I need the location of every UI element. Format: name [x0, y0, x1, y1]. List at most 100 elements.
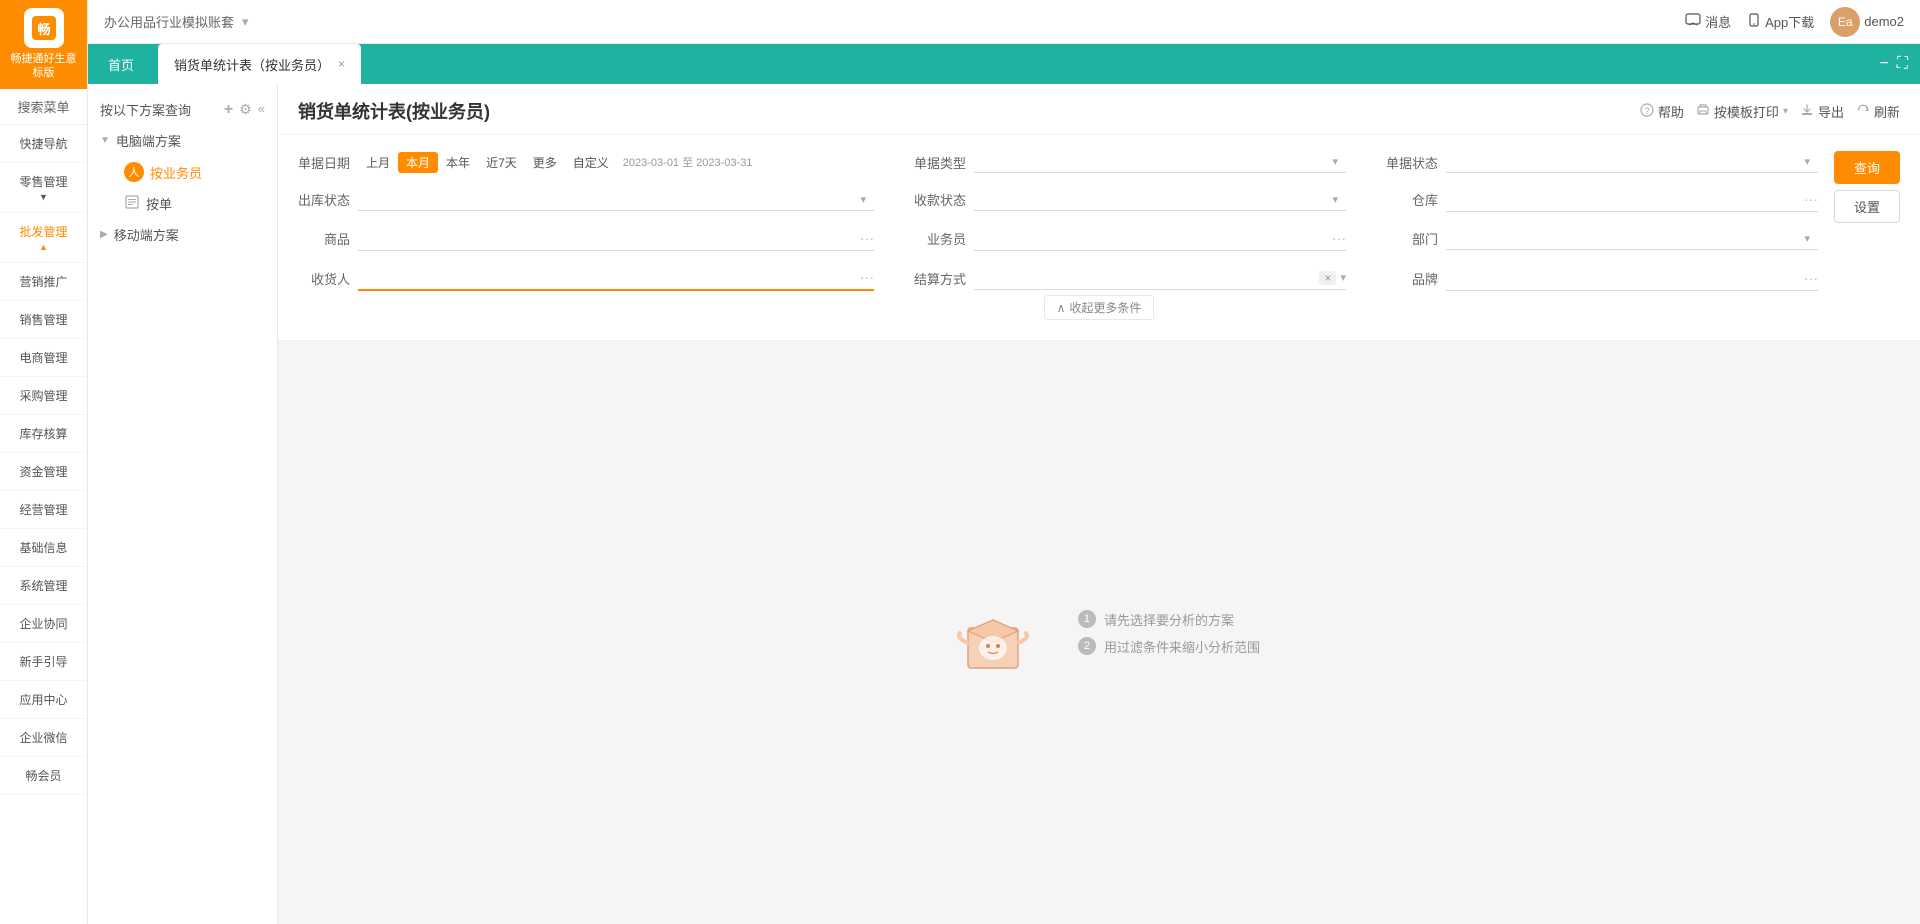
tab-home[interactable]: 首页 — [88, 44, 154, 84]
date-more-btn[interactable]: 更多 — [525, 152, 565, 173]
sidebar-item-ecommerce[interactable]: 电商管理 — [0, 339, 87, 377]
sidebar-item-wholesale[interactable]: 批发管理 ▲ — [0, 213, 87, 263]
sidebar-item-purchase[interactable]: 采购管理 — [0, 377, 87, 415]
date-last-month-btn[interactable]: 上月 — [358, 152, 398, 173]
settlement-clear-tag[interactable]: × — [1319, 271, 1336, 285]
query-button[interactable]: 查询 — [1834, 151, 1900, 184]
filter-row-1: 单据日期 上月 本月 本年 近7天 更多 自定义 2023-03-01 至 20… — [298, 151, 1818, 173]
shortcut-nav[interactable]: 快捷导航 — [0, 125, 87, 163]
receiver-more-icon[interactable]: ··· — [860, 269, 874, 285]
minimize-icon[interactable]: − — [1879, 55, 1888, 73]
message-icon — [1685, 12, 1701, 31]
sidebar-item-sales[interactable]: 销售管理 — [0, 301, 87, 339]
date-custom-btn[interactable]: 自定义 — [565, 152, 617, 173]
sidebar-item-purchase-label: 采购管理 — [4, 387, 83, 404]
tree-mobile-label: 移动端方案 — [114, 225, 179, 244]
sidebar-item-retail[interactable]: 零售管理 ▼ — [0, 163, 87, 213]
filter-receive-status: 收款状态 ▾ — [914, 189, 1346, 211]
warehouse-more-icon[interactable]: ··· — [1804, 191, 1818, 207]
filter-salesperson: 业务员 ··· — [914, 226, 1346, 251]
collapse-panel-button[interactable]: « — [258, 101, 265, 119]
out-status-select[interactable]: ▾ — [358, 189, 874, 211]
left-panel-title: 按以下方案查询 — [100, 100, 191, 119]
app-download-label: App下载 — [1765, 12, 1814, 31]
logo-text: 畅捷通好生意 标版 — [11, 52, 77, 81]
receiver-input[interactable] — [358, 270, 856, 285]
dept-select[interactable]: ▾ — [1446, 228, 1818, 250]
sidebar-logo[interactable]: 畅 畅捷通好生意 标版 — [0, 0, 87, 89]
refresh-button[interactable]: 刷新 — [1856, 102, 1900, 121]
settlement-arrow[interactable]: ▾ — [1340, 271, 1346, 284]
filter-dept-label: 部门 — [1386, 229, 1446, 248]
sidebar-item-finance[interactable]: 资金管理 — [0, 453, 87, 491]
doc-type-arrow: ▾ — [1332, 155, 1338, 168]
product-more-icon[interactable]: ··· — [860, 230, 874, 246]
dept-arrow: ▾ — [1804, 232, 1810, 245]
settings-button[interactable]: 设置 — [1834, 190, 1900, 223]
sidebar-item-newbie-label: 新手引导 — [4, 653, 83, 670]
salesperson-more-icon[interactable]: ··· — [1332, 230, 1346, 246]
messages-button[interactable]: 消息 — [1685, 12, 1731, 31]
settlement-tag-x[interactable]: × — [1324, 271, 1331, 285]
sidebar-item-management[interactable]: 经营管理 — [0, 491, 87, 529]
sidebar-item-member[interactable]: 畅会员 — [0, 757, 87, 795]
app-download-button[interactable]: App下载 — [1747, 12, 1814, 31]
filter-settlement-label: 结算方式 — [914, 269, 974, 288]
logo-icon: 畅 — [24, 8, 64, 48]
doc-status-select[interactable]: ▾ — [1446, 151, 1818, 173]
tabbar-actions: − ⛶ — [1879, 55, 1920, 73]
left-panel-header: 按以下方案查询 + ⚙ « — [88, 94, 277, 125]
sidebar-item-newbie[interactable]: 新手引导 — [0, 643, 87, 681]
sidebar-group-retail: 零售管理 ▼ — [0, 163, 87, 213]
doc-type-select[interactable]: ▾ — [974, 151, 1346, 173]
collapse-filters-button[interactable]: ∧ 收起更多条件 — [1044, 295, 1155, 320]
export-button[interactable]: 导出 — [1800, 102, 1844, 121]
filter-salesperson-label: 业务员 — [914, 229, 974, 248]
tab-close-icon[interactable]: × — [338, 57, 345, 71]
tab-active[interactable]: 销货单统计表（按业务员） × — [158, 44, 361, 84]
sidebar-item-appcenter[interactable]: 应用中心 — [0, 681, 87, 719]
svg-text:畅: 畅 — [37, 22, 50, 37]
settings-scheme-button[interactable]: ⚙ — [239, 101, 252, 119]
topbar-left: 办公用品行业模拟账套 ▾ — [104, 12, 249, 31]
tree-mobile-group[interactable]: ▶ 移动端方案 — [88, 219, 277, 250]
date-this-month-btn[interactable]: 本月 — [398, 152, 438, 173]
tree-expand-icon: ▼ — [100, 135, 110, 146]
empty-tips: 1 请先选择要分析的方案 2 用过滤条件来缩小分析范围 — [1078, 610, 1260, 656]
tree-desktop-label: 电脑端方案 — [116, 131, 181, 150]
filter-warehouse-label: 仓库 — [1386, 190, 1446, 209]
filter-out-status: 出库状态 ▾ — [298, 189, 874, 211]
print-dropdown-icon[interactable]: ▾ — [1783, 106, 1788, 117]
sidebar-item-marketing[interactable]: 营销推广 — [0, 263, 87, 301]
tree-item-salesperson[interactable]: 人 按业务员 — [88, 156, 277, 188]
refresh-icon — [1856, 103, 1870, 120]
search-menu[interactable]: 搜索菜单 — [0, 89, 87, 125]
sidebar-item-inventory[interactable]: 库存核算 — [0, 415, 87, 453]
user-menu[interactable]: Ea demo2 — [1830, 7, 1904, 37]
tree-desktop-group[interactable]: ▼ 电脑端方案 — [88, 125, 277, 156]
sidebar-item-management-label: 经营管理 — [4, 501, 83, 518]
brand-more-icon[interactable]: ··· — [1804, 270, 1818, 286]
sidebar-item-basics[interactable]: 基础信息 — [0, 529, 87, 567]
export-label: 导出 — [1818, 102, 1844, 121]
date-7days-btn[interactable]: 近7天 — [478, 152, 525, 173]
current-module-label: 办公用品行业模拟账套 — [104, 12, 234, 31]
print-button[interactable]: 按模板打印 ▾ — [1696, 102, 1788, 121]
tree-item-order[interactable]: 按单 — [88, 188, 277, 219]
sidebar-item-system[interactable]: 系统管理 — [0, 567, 87, 605]
maximize-icon[interactable]: ⛶ — [1897, 55, 1908, 73]
receive-status-select[interactable]: ▾ — [974, 189, 1346, 211]
print-label: 按模板打印 — [1714, 102, 1779, 121]
date-filter: 上月 本月 本年 近7天 更多 自定义 2023-03-01 至 2023-03… — [358, 152, 874, 173]
filter-doc-status-label: 单据状态 — [1386, 153, 1446, 172]
add-scheme-button[interactable]: + — [224, 101, 233, 119]
help-button[interactable]: ? 帮助 — [1640, 102, 1684, 121]
date-this-year-btn[interactable]: 本年 — [438, 152, 478, 173]
filter-row-4: 收货人 ··· 结算方式 — [298, 265, 1818, 291]
filter-brand: 品牌 ··· — [1386, 266, 1818, 291]
dropdown-icon[interactable]: ▾ — [242, 14, 249, 30]
filter-brand-label: 品牌 — [1386, 269, 1446, 288]
phone-icon — [1747, 13, 1761, 30]
sidebar-item-wechat[interactable]: 企业微信 — [0, 719, 87, 757]
sidebar-item-enterprise[interactable]: 企业协同 — [0, 605, 87, 643]
